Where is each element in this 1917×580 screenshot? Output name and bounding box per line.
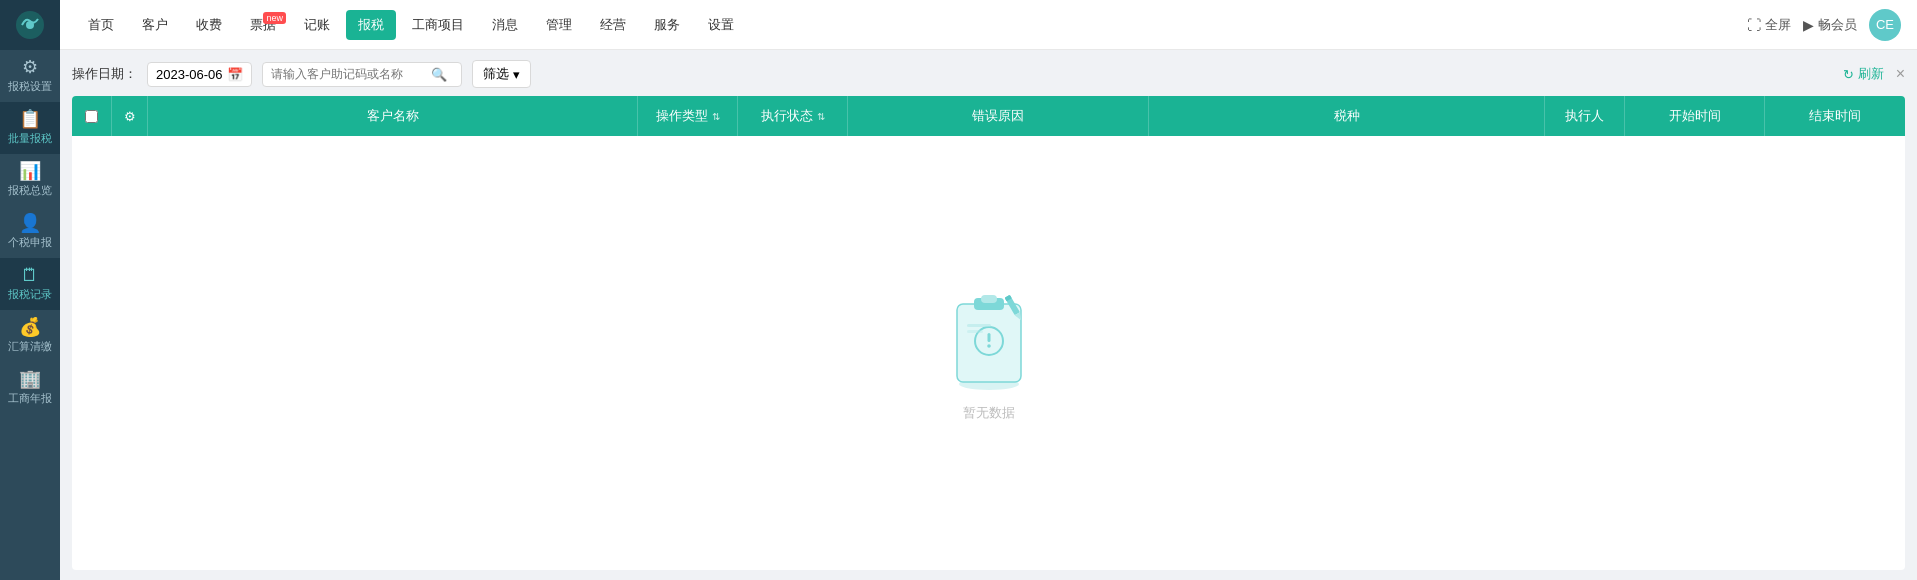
nav-fuwu[interactable]: 服务	[642, 10, 692, 40]
sidebar-item-gongshang-nianbao[interactable]: 🏢 工商年报	[0, 362, 60, 414]
close-button[interactable]: ×	[1896, 65, 1905, 83]
search-box: 🔍	[262, 62, 462, 87]
svg-point-8	[987, 344, 991, 348]
th-operation-type[interactable]: 操作类型 ⇅	[638, 96, 738, 136]
sort-status-icon: ⇅	[817, 111, 825, 122]
vip-icon: ▶	[1803, 17, 1814, 33]
date-label: 操作日期：	[72, 65, 137, 83]
nav-baoshui[interactable]: 报税	[346, 10, 396, 40]
svg-rect-7	[987, 333, 990, 342]
avatar[interactable]: CE	[1869, 9, 1901, 41]
select-all-checkbox[interactable]	[85, 110, 98, 123]
search-input[interactable]	[271, 67, 431, 81]
table-body: 暂无数据	[72, 136, 1905, 570]
sidebar-logo	[0, 0, 60, 50]
content-area: 操作日期： 2023-06-06 📅 🔍 筛选 ▾ ↻ 刷新 ×	[60, 50, 1917, 580]
records-table: ⚙ 客户名称 操作类型 ⇅ 执行状态 ⇅ 错误原因 税种	[72, 96, 1905, 570]
refresh-icon: ↻	[1843, 67, 1854, 82]
toolbar: 操作日期： 2023-06-06 📅 🔍 筛选 ▾ ↻ 刷新 ×	[72, 60, 1905, 88]
sidebar-item-huisuan-jiaona[interactable]: 💰 汇算清缴	[0, 310, 60, 362]
filter-button[interactable]: 筛选 ▾	[472, 60, 531, 88]
sidebar-item-baoshui-jilu[interactable]: 🗒 报税记录	[0, 258, 60, 310]
filter-label: 筛选	[483, 65, 509, 83]
th-executor: 执行人	[1545, 96, 1625, 136]
column-settings-icon: ⚙	[124, 109, 136, 124]
main-area: 首页 客户 收费 票据 new 记账 报税 工商项目 消息 管理 经营 服务 设…	[60, 0, 1917, 580]
nav-jingying[interactable]: 经营	[588, 10, 638, 40]
nav-shezhi[interactable]: 设置	[696, 10, 746, 40]
th-start-time: 开始时间	[1625, 96, 1765, 136]
batch-tax-icon: 📋	[19, 110, 41, 128]
th-checkbox[interactable]	[72, 96, 112, 136]
th-settings[interactable]: ⚙	[112, 96, 148, 136]
nav-items: 首页 客户 收费 票据 new 记账 报税 工商项目 消息 管理 经营 服务 设…	[76, 10, 1747, 40]
svg-point-1	[26, 21, 34, 29]
top-navigation: 首页 客户 收费 票据 new 记账 报税 工商项目 消息 管理 经营 服务 设…	[60, 0, 1917, 50]
svg-rect-3	[957, 304, 1021, 382]
personal-tax-icon: 👤	[19, 214, 41, 232]
fullscreen-button[interactable]: ⛶ 全屏	[1747, 16, 1791, 34]
sidebar: ⚙ 报税设置 📋 批量报税 📊 报税总览 👤 个税申报 🗒 报税记录 💰 汇算清…	[0, 0, 60, 580]
th-end-time: 结束时间	[1765, 96, 1905, 136]
chevron-down-icon: ▾	[513, 67, 520, 82]
nav-shoufei[interactable]: 收费	[184, 10, 234, 40]
fullscreen-icon: ⛶	[1747, 17, 1761, 33]
calendar-icon: 📅	[227, 67, 243, 82]
nav-guanli[interactable]: 管理	[534, 10, 584, 40]
sidebar-item-piliang-baoshui[interactable]: 📋 批量报税	[0, 102, 60, 154]
nav-jizhang[interactable]: 记账	[292, 10, 342, 40]
refresh-button[interactable]: ↻ 刷新	[1843, 65, 1884, 83]
table-header: ⚙ 客户名称 操作类型 ⇅ 执行状态 ⇅ 错误原因 税种	[72, 96, 1905, 136]
nav-right: ⛶ 全屏 ▶ 畅会员 CE	[1747, 9, 1901, 41]
record-icon: 🗒	[21, 266, 39, 284]
nav-piaoju[interactable]: 票据 new	[238, 10, 288, 40]
vip-button[interactable]: ▶ 畅会员	[1803, 16, 1857, 34]
settlement-icon: 💰	[19, 318, 41, 336]
sort-type-icon: ⇅	[712, 111, 720, 122]
new-badge: new	[263, 12, 286, 25]
th-execution-status[interactable]: 执行状态 ⇅	[738, 96, 848, 136]
empty-text: 暂无数据	[963, 404, 1015, 422]
empty-illustration	[939, 284, 1039, 394]
overview-icon: 📊	[19, 162, 41, 180]
nav-xiaoxi[interactable]: 消息	[480, 10, 530, 40]
th-customer-name: 客户名称	[148, 96, 638, 136]
nav-customer[interactable]: 客户	[130, 10, 180, 40]
search-icon: 🔍	[431, 67, 447, 82]
th-error-reason: 错误原因	[848, 96, 1149, 136]
date-picker[interactable]: 2023-06-06 📅	[147, 62, 252, 87]
date-value: 2023-06-06	[156, 67, 223, 82]
svg-rect-9	[967, 324, 991, 327]
annual-report-icon: 🏢	[19, 370, 41, 388]
nav-gongshang[interactable]: 工商项目	[400, 10, 476, 40]
th-tax-type: 税种	[1149, 96, 1545, 136]
toolbar-right: ↻ 刷新 ×	[1843, 65, 1905, 83]
nav-homepage[interactable]: 首页	[76, 10, 126, 40]
sidebar-item-geshui-shenbao[interactable]: 👤 个税申报	[0, 206, 60, 258]
sidebar-item-baoshui-zongshu[interactable]: 📊 报税总览	[0, 154, 60, 206]
svg-rect-10	[967, 330, 983, 333]
settings-icon: ⚙	[22, 58, 38, 76]
sidebar-item-baoshui-shezhi[interactable]: ⚙ 报税设置	[0, 50, 60, 102]
empty-state: 暂无数据	[939, 284, 1039, 422]
svg-rect-5	[981, 295, 997, 303]
